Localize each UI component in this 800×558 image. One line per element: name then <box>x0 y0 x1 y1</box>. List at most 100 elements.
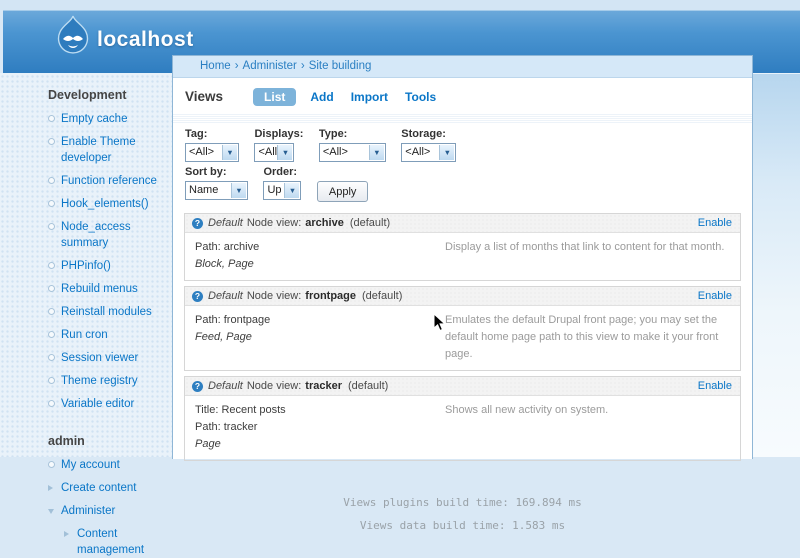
breadcrumb-separator: › <box>234 60 239 72</box>
sidebar-link[interactable]: My account <box>61 459 120 471</box>
sidebar-item-node-access-summary: Node_access summary <box>48 219 170 251</box>
breadcrumb-link-home[interactable]: Home <box>200 60 231 72</box>
tab-import[interactable]: Import <box>351 90 388 104</box>
tag-select[interactable]: <All> ▼ <box>185 143 239 162</box>
sort-by-select[interactable]: Name ▼ <box>185 181 248 200</box>
view-suffix: (default) <box>362 290 403 302</box>
chevron-right-icon <box>48 485 53 491</box>
bullet-circle-icon <box>48 354 55 361</box>
view-type: Default <box>208 380 243 392</box>
view-displays: Feed, Page <box>195 331 252 343</box>
sidebar-link[interactable]: Function reference <box>61 175 157 187</box>
bullet-circle-icon <box>48 461 55 468</box>
filter-label: Sort by: <box>185 166 227 178</box>
sidebar-link[interactable]: Reinstall modules <box>61 306 152 318</box>
view-description: Emulates the default Drupal front page; … <box>445 314 719 360</box>
sidebar-link[interactable]: Session viewer <box>61 352 138 364</box>
apply-button[interactable]: Apply <box>316 181 369 202</box>
bullet-circle-icon <box>48 285 55 292</box>
filter-label: Displays: <box>254 128 304 140</box>
sidebar-link[interactable]: Theme registry <box>61 375 138 387</box>
tab-list[interactable]: List <box>253 88 297 106</box>
chevron-down-icon: ▼ <box>231 183 246 198</box>
sidebar-link[interactable]: Create content <box>61 482 136 494</box>
sidebar-item-rebuild-menus: Rebuild menus <box>48 281 170 297</box>
tab-add[interactable]: Add <box>310 90 333 104</box>
sidebar-item-variable-editor: Variable editor <box>48 396 170 412</box>
view-suffix: (default) <box>349 217 391 229</box>
filter-row-2: Sort by: Name ▼ Order: Up ▼ Apply <box>185 166 752 202</box>
content-panel: Home › Administer › Site building Views List A… <box>172 55 753 532</box>
view-displays: Page <box>195 438 221 450</box>
view-row-archive: ? Default Node view: archive (default) E… <box>184 213 741 281</box>
view-row-header: ? Default Node view: archive (default) E… <box>185 214 740 233</box>
sidebar-item-reinstall-modules: Reinstall modules <box>48 304 170 320</box>
help-icon[interactable]: ? <box>192 217 203 229</box>
sidebar-item-my-account: My account <box>48 457 170 473</box>
sidebar-section-admin: admin <box>48 434 85 448</box>
bullet-circle-icon <box>48 200 55 207</box>
sidebar-link[interactable]: Rebuild menus <box>61 283 138 295</box>
breadcrumb: Home › Administer › Site building <box>173 56 752 78</box>
filter-tag: Tag: <All> ▼ <box>185 128 239 162</box>
sidebar-item-theme-registry: Theme registry <box>48 373 170 389</box>
chevron-down-icon: ▼ <box>439 145 455 160</box>
filter-row-1: Tag: <All> ▼ Displays: <All> ▼ Type: <All>… <box>185 128 752 162</box>
help-icon[interactable]: ? <box>192 290 203 302</box>
view-row-body: Path: archive Block, Page Display a list… <box>185 233 740 280</box>
enable-link[interactable]: Enable <box>698 380 732 392</box>
sidebar-item-session-viewer: Session viewer <box>48 350 170 366</box>
tab-tools[interactable]: Tools <box>405 90 436 104</box>
filter-storage: Storage: <All> ▼ <box>401 128 457 162</box>
sidebar-link[interactable]: Administer <box>61 505 115 517</box>
sidebar-link[interactable]: Enable Theme developer <box>61 136 136 164</box>
order-select[interactable]: Up ▼ <box>263 181 302 200</box>
sidebar-item-run-cron: Run cron <box>48 327 170 343</box>
view-name: archive <box>305 217 344 229</box>
chevron-down-icon: ▼ <box>277 145 293 160</box>
view-displays: Block, Page <box>195 258 254 270</box>
view-title: Title: Recent posts <box>195 404 286 416</box>
storage-select[interactable]: <All> ▼ <box>401 143 457 162</box>
enable-link[interactable]: Enable <box>698 217 732 229</box>
build-times: Views plugins build time: 169.894 ms Vie… <box>173 491 752 537</box>
breadcrumb-separator: › <box>300 60 305 72</box>
type-select[interactable]: <All> ▼ <box>318 143 386 162</box>
displays-select[interactable]: <All> ▼ <box>254 143 295 162</box>
filter-label: Tag: <box>185 128 208 140</box>
sidebar-link[interactable]: PHPinfo() <box>61 260 111 272</box>
breadcrumb-link-administer[interactable]: Administer <box>243 60 297 72</box>
filter-label: Order: <box>263 166 298 178</box>
bullet-circle-icon <box>48 377 55 384</box>
bullet-circle-icon <box>48 308 55 315</box>
filter-label: Type: <box>318 128 348 140</box>
sidebar-item-phpinfo: PHPinfo() <box>48 258 170 274</box>
bullet-circle-icon <box>48 115 55 122</box>
view-suffix: (default) <box>347 380 389 392</box>
sidebar-item-empty-cache: Empty cache <box>48 111 170 127</box>
sidebar-link[interactable]: Run cron <box>61 329 108 341</box>
tab-stripes-decoration <box>173 113 752 123</box>
bullet-circle-icon <box>48 177 55 184</box>
view-kind: Node view: <box>246 217 302 229</box>
help-icon[interactable]: ? <box>192 380 203 392</box>
sidebar-link[interactable]: Node_access summary <box>61 221 131 249</box>
chevron-down-icon <box>48 509 54 514</box>
enable-link[interactable]: Enable <box>698 290 732 302</box>
view-path: Path: frontpage <box>195 314 271 326</box>
view-path: Path: archive <box>195 241 260 253</box>
sidebar-link[interactable]: Hook_elements() <box>61 198 149 210</box>
page-top-strip <box>0 0 800 10</box>
view-row-body: Title: Recent posts Path: tracker Page S… <box>185 396 740 460</box>
chevron-down-icon: ▼ <box>222 145 237 160</box>
sidebar-menu-development: Empty cache Enable Theme developer Funct… <box>0 111 172 412</box>
view-info: Path: frontpage Feed, Page <box>195 312 437 363</box>
sidebar-link[interactable]: Empty cache <box>61 113 127 125</box>
sidebar-link[interactable]: Content management <box>77 528 144 556</box>
bullet-circle-icon <box>48 331 55 338</box>
drupal-logo-icon <box>53 15 93 55</box>
sidebar-link[interactable]: Variable editor <box>61 398 134 410</box>
title-row: Views List Add Import Tools <box>173 78 752 110</box>
sidebar-item-content-management: Content management <box>64 526 170 558</box>
view-name: frontpage <box>305 290 357 302</box>
